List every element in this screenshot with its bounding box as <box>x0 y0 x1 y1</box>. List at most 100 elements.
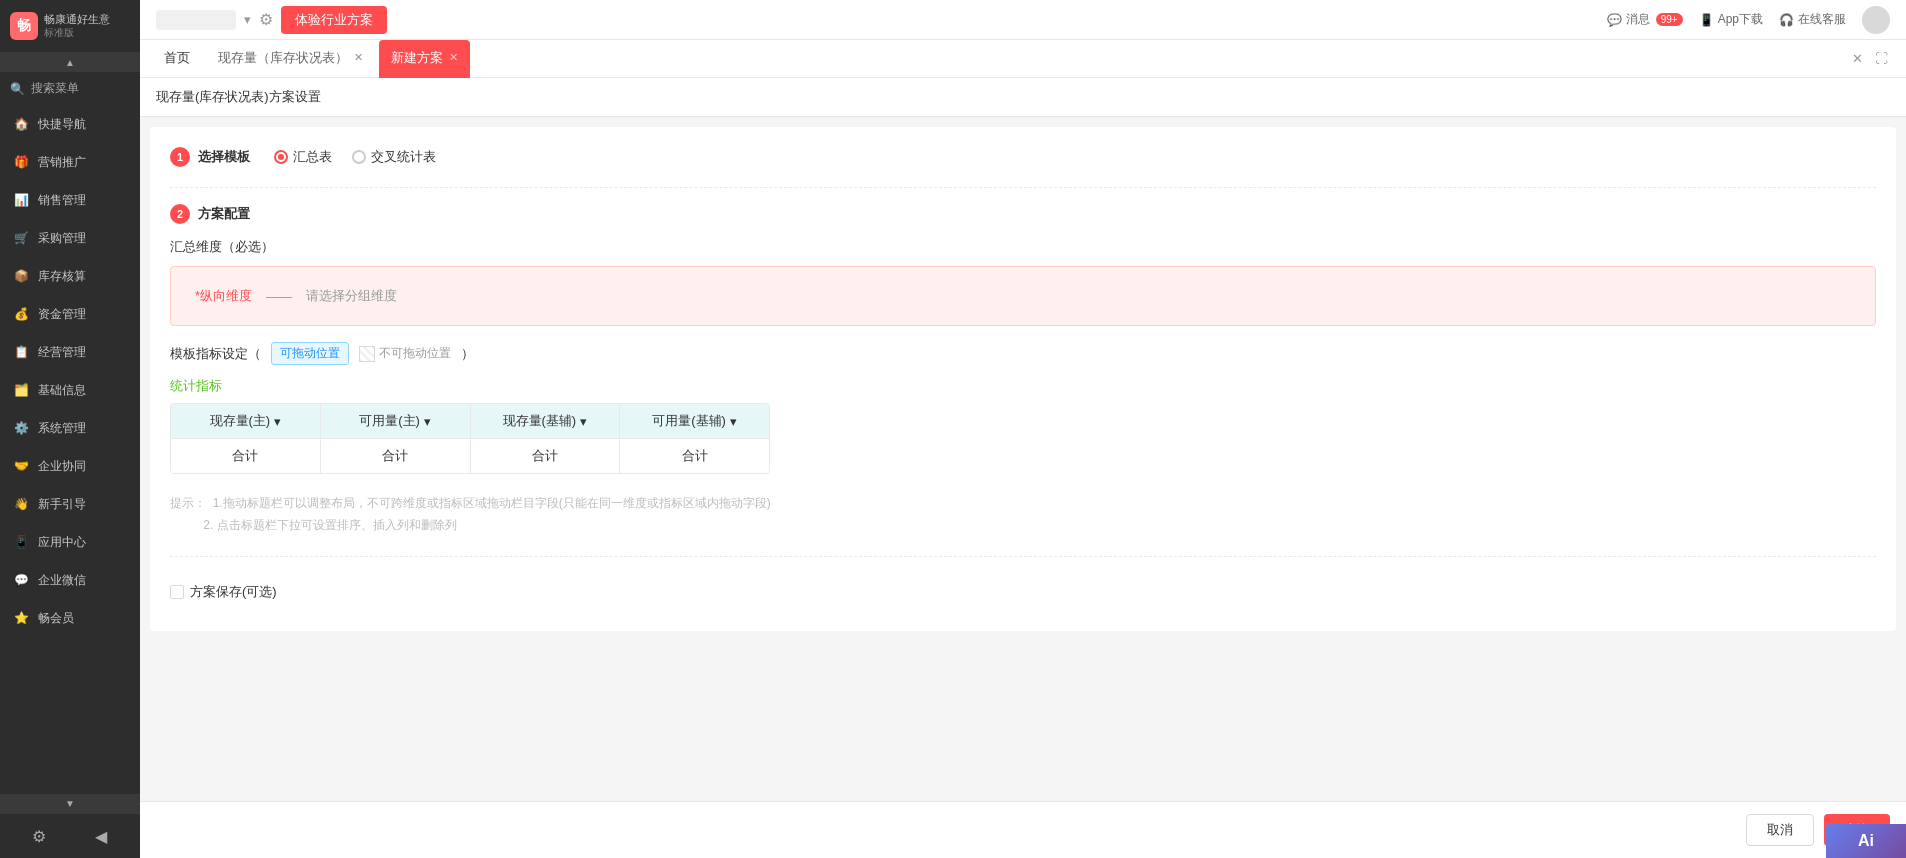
step2-header: 2 方案配置 <box>170 204 1876 224</box>
window-close-btn[interactable]: ✕ <box>1846 51 1869 66</box>
headset-icon: 🎧 <box>1779 13 1794 27</box>
messages-action[interactable]: 💬 消息 99+ <box>1607 11 1683 28</box>
sidebar-settings-btn[interactable]: ⚙ <box>25 822 53 850</box>
sidebar-item-quick-nav[interactable]: 🏠 快捷导航 <box>0 105 140 143</box>
nav-label-basic: 基础信息 <box>38 382 86 399</box>
form-panel: 1 选择模板 汇总表 交叉统计表 <box>150 127 1896 631</box>
folder-icon: 🗂️ <box>12 381 30 399</box>
save-checkbox[interactable] <box>170 585 184 599</box>
save-option[interactable]: 方案保存(可选) <box>170 573 1876 611</box>
table-header-col3[interactable]: 现存量(基辅) ▾ <box>471 404 621 438</box>
online-service-label: 在线客服 <box>1798 11 1846 28</box>
nav-label-cooperation: 企业协同 <box>38 458 86 475</box>
ai-button[interactable]: Ai <box>1826 824 1906 858</box>
nav-label-sales: 销售管理 <box>38 192 86 209</box>
tab-home[interactable]: 首页 <box>152 40 202 78</box>
table-header-row: 现存量(主) ▾ 可用量(主) ▾ 现存量(基辅) ▾ 可用量(基辅) <box>171 404 769 438</box>
sidebar-item-marketing[interactable]: 🎁 营销推广 <box>0 143 140 181</box>
radio-summary[interactable]: 汇总表 <box>274 148 332 166</box>
table-header-col2[interactable]: 可用量(主) ▾ <box>321 404 471 438</box>
cancel-button[interactable]: 取消 <box>1746 814 1814 846</box>
sidebar-scroll-down[interactable]: ▼ <box>0 794 140 813</box>
new-plan-tab-close[interactable]: ✕ <box>449 51 458 64</box>
dim-dash: —— <box>266 289 292 304</box>
header-chevron-icon[interactable]: ▾ <box>244 12 251 27</box>
tip-2: 2. 点击标题栏下拉可设置排序、插入列和删除列 <box>170 515 1876 537</box>
radio-summary-label: 汇总表 <box>293 148 332 166</box>
gift-icon: 🎁 <box>12 153 30 171</box>
inventory-tab-close[interactable]: ✕ <box>354 51 363 64</box>
header-search-input[interactable] <box>156 10 236 30</box>
handshake-icon: 🤝 <box>12 457 30 475</box>
metrics-setting-end: ） <box>461 345 474 363</box>
radio-dot-summary <box>274 150 288 164</box>
radio-cross[interactable]: 交叉统计表 <box>352 148 436 166</box>
phone-icon: 📱 <box>1699 13 1714 27</box>
col3-chevron: ▾ <box>580 414 587 429</box>
tips-section: 提示： 1.拖动标题栏可以调整布局，不可跨维度或指标区域拖动栏目字段(只能在同一… <box>170 493 1876 536</box>
step2-section: 2 方案配置 汇总维度（必选） *纵向维度 —— 请选择分组维度 模板指标设定（ <box>170 204 1876 536</box>
col2-chevron: ▾ <box>424 414 431 429</box>
sidebar-item-cooperation[interactable]: 🤝 企业协同 <box>0 447 140 485</box>
sidebar-item-purchase[interactable]: 🛒 采购管理 <box>0 219 140 257</box>
summary-dim-label: 汇总维度（必选） <box>170 238 1876 256</box>
tab-new-plan[interactable]: 新建方案 ✕ <box>379 40 470 78</box>
sidebar-item-inventory[interactable]: 📦 库存核算 <box>0 257 140 295</box>
non-draggable-label: 不可拖动位置 <box>379 345 451 362</box>
sidebar-item-guide[interactable]: 👋 新手引导 <box>0 485 140 523</box>
sidebar-search[interactable]: 🔍 搜索菜单 <box>0 72 140 105</box>
step-divider-1 <box>170 187 1876 188</box>
experience-btn[interactable]: 体验行业方案 <box>281 6 387 34</box>
sidebar-item-system[interactable]: ⚙️ 系统管理 <box>0 409 140 447</box>
sidebar-item-app-center[interactable]: 📱 应用中心 <box>0 523 140 561</box>
sidebar-item-wechat[interactable]: 💬 企业微信 <box>0 561 140 599</box>
clipboard-icon: 📋 <box>12 343 30 361</box>
sidebar-item-member[interactable]: ⭐ 畅会员 <box>0 599 140 637</box>
sidebar-item-sales[interactable]: 📊 销售管理 <box>0 181 140 219</box>
nav-label-inventory: 库存核算 <box>38 268 86 285</box>
header-right: 💬 消息 99+ 📱 App下载 🎧 在线客服 <box>1607 6 1890 34</box>
metrics-setting-label: 模板指标设定（ <box>170 345 261 363</box>
nav-label-wechat: 企业微信 <box>38 572 86 589</box>
table-cell-1-1: 合计 <box>171 438 321 473</box>
box-icon: 📦 <box>12 267 30 285</box>
inventory-tab-label: 现存量（库存状况表） <box>218 49 348 67</box>
user-avatar[interactable] <box>1862 6 1890 34</box>
step1-badge: 1 <box>170 147 190 167</box>
sidebar-bottom: ⚙ ◀ <box>0 813 140 858</box>
col3-label: 现存量(基辅) <box>503 412 577 430</box>
messages-label: 消息 <box>1626 11 1650 28</box>
app-download-action[interactable]: 📱 App下载 <box>1699 11 1763 28</box>
sidebar-scroll-up[interactable]: ▲ <box>0 53 140 72</box>
table-cell-1-3: 合计 <box>471 438 621 473</box>
gear-icon: ⚙️ <box>12 419 30 437</box>
metrics-table: 现存量(主) ▾ 可用量(主) ▾ 现存量(基辅) ▾ 可用量(基辅) <box>170 403 770 474</box>
star-icon: ⭐ <box>12 609 30 627</box>
header-settings-icon[interactable]: ⚙ <box>259 10 273 29</box>
step2-title: 方案配置 <box>198 205 250 223</box>
app-download-label: App下载 <box>1718 11 1763 28</box>
sidebar-item-basic-info[interactable]: 🗂️ 基础信息 <box>0 371 140 409</box>
sidebar-item-finance[interactable]: 💰 资金管理 <box>0 295 140 333</box>
nav-label-operation: 经营管理 <box>38 344 86 361</box>
nav-label-quick: 快捷导航 <box>38 116 86 133</box>
nav-label-purchase: 采购管理 <box>38 230 86 247</box>
col1-label: 现存量(主) <box>210 412 271 430</box>
template-radio-group: 汇总表 交叉统计表 <box>274 148 436 166</box>
sidebar-audio-btn[interactable]: ◀ <box>87 822 115 850</box>
sidebar-item-operation[interactable]: 📋 经营管理 <box>0 333 140 371</box>
radio-cross-label: 交叉统计表 <box>371 148 436 166</box>
table-header-col1[interactable]: 现存量(主) ▾ <box>171 404 321 438</box>
window-expand-btn[interactable]: ⛶ <box>1869 51 1894 66</box>
step1-section: 1 选择模板 汇总表 交叉统计表 <box>170 147 1876 167</box>
nav-label-marketing: 营销推广 <box>38 154 86 171</box>
wave-icon: 👋 <box>12 495 30 513</box>
online-service-action[interactable]: 🎧 在线客服 <box>1779 11 1846 28</box>
table-header-col4[interactable]: 可用量(基辅) ▾ <box>620 404 769 438</box>
tab-inventory-status[interactable]: 现存量（库存状况表） ✕ <box>206 40 375 78</box>
table-cell-1-2: 合计 <box>321 438 471 473</box>
nav-label-guide: 新手引导 <box>38 496 86 513</box>
dim-placeholder[interactable]: 请选择分组维度 <box>306 287 397 305</box>
table-data-row: 合计 合计 合计 合计 <box>171 438 769 473</box>
sidebar-nav: 🏠 快捷导航 🎁 营销推广 📊 销售管理 🛒 采购管理 📦 库存核算 💰 资金管… <box>0 105 140 794</box>
